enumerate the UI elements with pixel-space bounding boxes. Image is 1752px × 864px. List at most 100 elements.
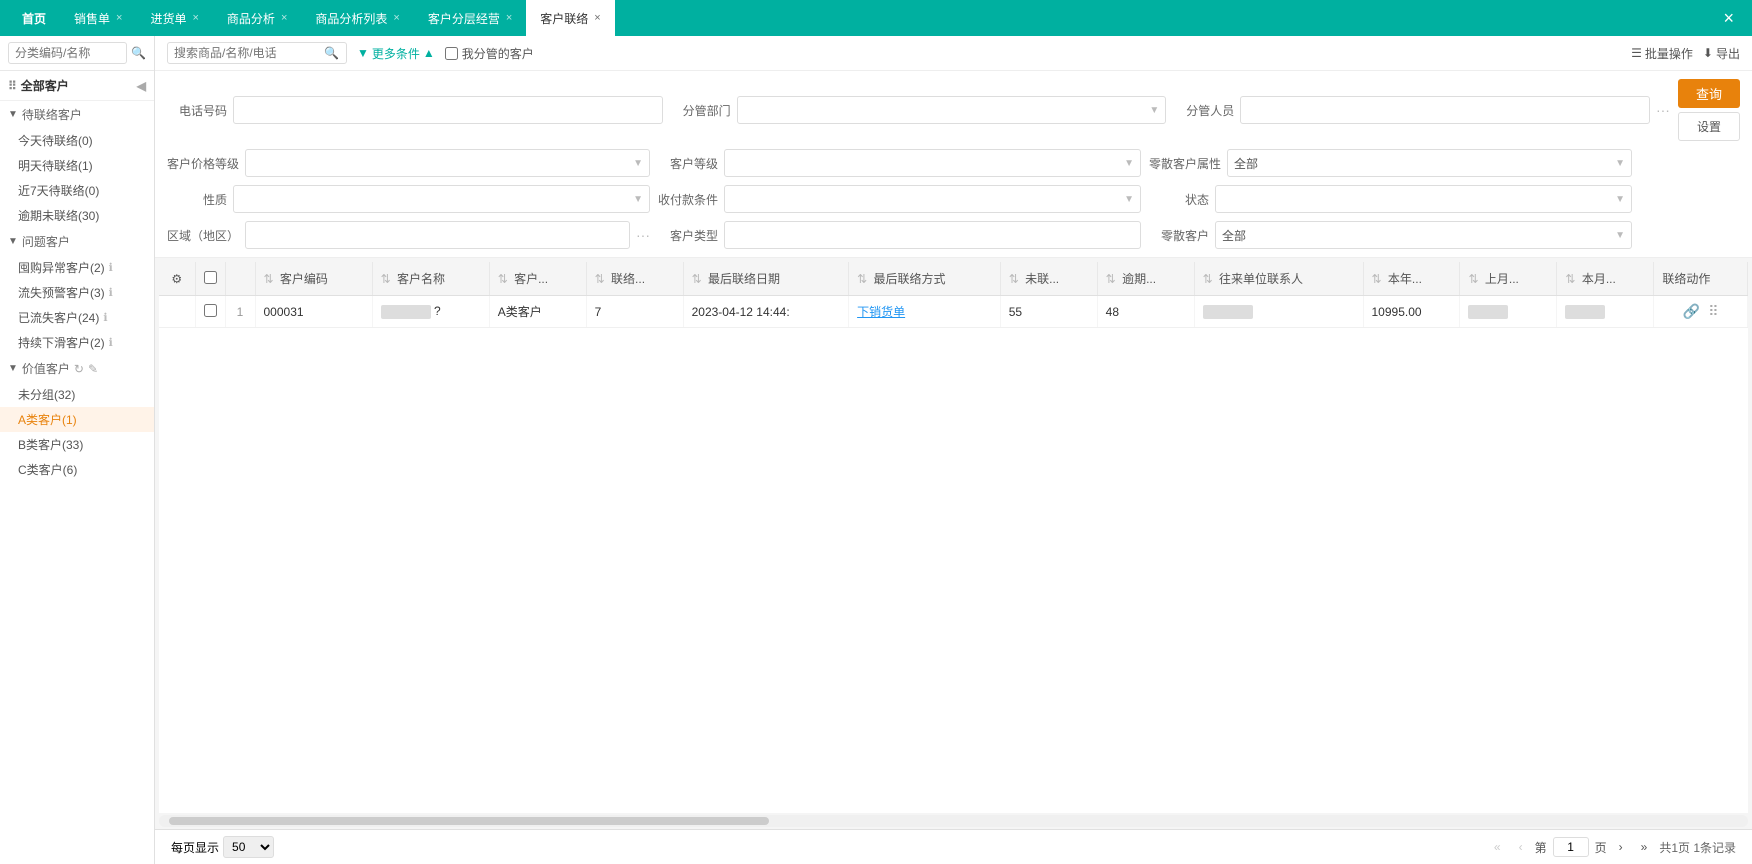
row-this-year: 10995.00 [1363, 296, 1460, 328]
sidebar-item-churn-warning[interactable]: 流失预警客户(3) ℹ [0, 280, 154, 305]
last-date-col-header[interactable]: ⇅ 最后联络日期 [683, 262, 849, 296]
name-col-header[interactable]: ⇅ 客户名称 [372, 262, 489, 296]
goods-analysis-close-icon[interactable]: × [281, 12, 287, 24]
section-problem-customer[interactable]: ▼ 问题客户 [0, 228, 154, 255]
sales-close-icon[interactable]: × [116, 12, 122, 24]
page-number-input[interactable] [1553, 837, 1589, 857]
my-customer-checkbox[interactable]: 我分管的客户 [445, 45, 534, 62]
retail-prop-label: 零散客户属性 [1149, 155, 1221, 172]
no-contact-col-header[interactable]: ⇅ 未联... [1000, 262, 1097, 296]
first-page-button[interactable]: « [1488, 838, 1507, 856]
last-page-button[interactable]: » [1635, 838, 1654, 856]
sort-icon-this-month: ⇅ [1565, 272, 1575, 286]
person-more-icon[interactable]: ··· [1656, 102, 1670, 118]
sidebar-item-tomorrow[interactable]: 明天待联络(1) [0, 153, 154, 178]
region-more-icon[interactable]: ··· [636, 227, 650, 243]
per-page-dropdown[interactable]: 50 100 200 [223, 836, 274, 858]
topbar-item-goods-analysis[interactable]: 商品分析 × [213, 0, 301, 36]
retail-customer-select[interactable]: 全部 ▼ [1215, 221, 1632, 249]
last-month-col-header[interactable]: ⇅ 上月... [1460, 262, 1557, 296]
filter-search-input[interactable] [174, 46, 324, 60]
contact-col-header[interactable]: ⇅ 联络... [586, 262, 683, 296]
batch-op-icon: ☰ [1631, 46, 1642, 60]
price-level-select[interactable]: ▼ [245, 149, 650, 177]
qr-icon[interactable]: ⠿ [1708, 303, 1718, 320]
sidebar-item-today[interactable]: 今天待联络(0) [0, 128, 154, 153]
type-col-label: 客户... [514, 272, 548, 286]
sidebar-item-c-class[interactable]: C类客户(6) [0, 457, 154, 482]
region-select[interactable] [245, 221, 630, 249]
row-checkbox[interactable] [204, 304, 217, 317]
retail-prop-select[interactable]: 全部 ▼ [1227, 149, 1632, 177]
topbar-item-customer-tier[interactable]: 客户分层经营 × [414, 0, 526, 36]
row-gear[interactable] [159, 296, 195, 328]
sidebar-search-icon[interactable]: 🔍 [131, 46, 146, 60]
sidebar-item-7days[interactable]: 近7天待联络(0) [0, 178, 154, 203]
dept-select[interactable]: ▼ [737, 96, 1167, 124]
overdue-col-header[interactable]: ⇅ 逾期... [1097, 262, 1194, 296]
person-select[interactable] [1240, 96, 1650, 124]
more-filter-button[interactable]: ▼ 更多条件 ▲ [357, 45, 435, 62]
this-month-col-header[interactable]: ⇅ 本月... [1557, 262, 1654, 296]
purchase-close-icon[interactable]: × [192, 12, 198, 24]
last-method-col-header[interactable]: ⇅ 最后联络方式 [849, 262, 1001, 296]
row-contacts [1194, 296, 1363, 328]
retail-customer-caret: ▼ [1615, 230, 1625, 241]
sidebar-search-input[interactable] [8, 42, 127, 64]
status-label: 状态 [1149, 191, 1209, 208]
customer-level-select[interactable]: ▼ [724, 149, 1141, 177]
next-page-button[interactable]: › [1613, 838, 1629, 856]
collapse-icon[interactable]: ◀ [137, 79, 146, 93]
my-customer-check[interactable] [445, 47, 458, 60]
payment-caret: ▼ [1124, 194, 1134, 205]
this-year-col-header[interactable]: ⇅ 本年... [1363, 262, 1460, 296]
phone-input[interactable] [233, 96, 663, 124]
query-button[interactable]: 查询 [1678, 79, 1740, 108]
total-records-label: 共1页 1条记录 [1659, 839, 1736, 856]
type-col-header[interactable]: ⇅ 客户... [489, 262, 586, 296]
topbar-item-customer-contact[interactable]: 客户联络 × [526, 0, 614, 36]
sidebar-item-b-class[interactable]: B类客户(33) [0, 432, 154, 457]
sidebar-item-overdue[interactable]: 逾期未联络(30) [0, 203, 154, 228]
all-customers-label[interactable]: 全部客户 [21, 77, 69, 94]
scrollbar-thumb[interactable] [169, 817, 769, 825]
value-refresh-icon[interactable]: ↻ [74, 362, 84, 376]
sort-icon-type: ⇅ [498, 272, 508, 286]
gear-col-header[interactable]: ⚙ [159, 262, 195, 296]
status-select[interactable]: ▼ [1215, 185, 1632, 213]
code-col-header[interactable]: ⇅ 客户编码 [255, 262, 372, 296]
sidebar-item-a-class[interactable]: A类客户(1) [0, 407, 154, 432]
close-all-button[interactable]: × [1713, 8, 1744, 29]
section-value-customer[interactable]: ▼ 价值客户 ↻ ✎ [0, 355, 154, 382]
filter-search-icon[interactable]: 🔍 [324, 46, 339, 60]
sidebar-item-declining[interactable]: 持续下滑客户(2) ℹ [0, 330, 154, 355]
contacts-col-header[interactable]: ⇅ 往来单位联系人 [1194, 262, 1363, 296]
batch-op-button[interactable]: ☰ 批量操作 [1631, 45, 1693, 62]
topbar-item-purchase[interactable]: 进货单 × [136, 0, 212, 36]
customer-contact-close-icon[interactable]: × [594, 12, 600, 24]
row-last-method-value[interactable]: 下销货单 [857, 305, 905, 319]
topbar-item-sales[interactable]: 销售单 × [60, 0, 136, 36]
sidebar-item-hoarding[interactable]: 囤购异常客户(2) ℹ [0, 255, 154, 280]
nature-select[interactable]: ▼ [233, 185, 650, 213]
topbar-item-home[interactable]: 首页 [8, 0, 60, 36]
sidebar-item-ungraded[interactable]: 未分组(32) [0, 382, 154, 407]
customer-tier-close-icon[interactable]: × [506, 12, 512, 24]
value-edit-icon[interactable]: ✎ [88, 362, 98, 376]
topbar-item-goods-analysis-list[interactable]: 商品分析列表 × [301, 0, 413, 36]
select-all-checkbox[interactable] [204, 271, 217, 284]
sidebar-item-churned[interactable]: 已流失客户(24) ℹ [0, 305, 154, 330]
horizontal-scrollbar[interactable] [159, 815, 1748, 827]
export-button[interactable]: ⬇ 导出 [1703, 45, 1740, 62]
payment-select[interactable]: ▼ [724, 185, 1141, 213]
row-this-month [1557, 296, 1654, 328]
person-label: 分管人员 [1174, 102, 1234, 119]
batch-op-label: 批量操作 [1645, 45, 1693, 62]
goods-analysis-list-close-icon[interactable]: × [393, 12, 399, 24]
prev-page-button[interactable]: ‹ [1513, 838, 1529, 856]
settings-button[interactable]: 设置 [1678, 112, 1740, 141]
link-icon[interactable]: 🔗 [1683, 303, 1700, 320]
row-last-date: 2023-04-12 14:44: [683, 296, 849, 328]
customer-type-select[interactable] [724, 221, 1141, 249]
section-pending-contact[interactable]: ▼ 待联络客户 [0, 101, 154, 128]
